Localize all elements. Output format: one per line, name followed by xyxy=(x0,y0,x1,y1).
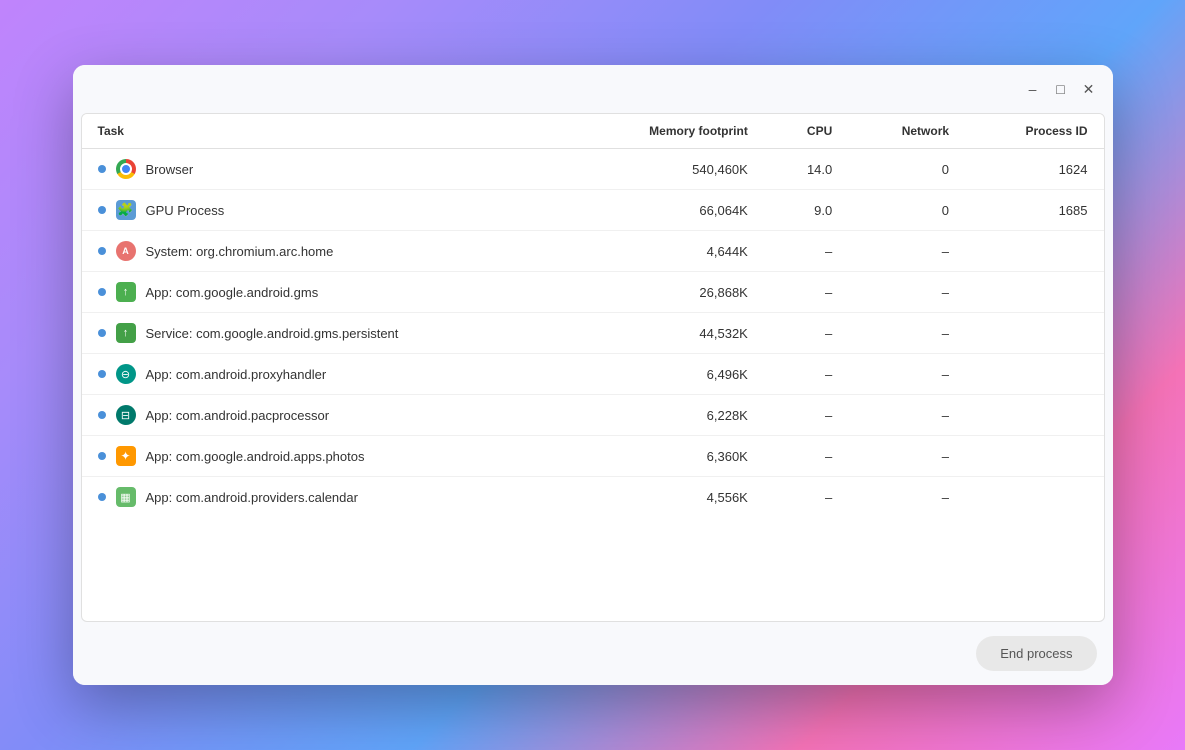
status-dot xyxy=(98,493,106,501)
pid-cell xyxy=(965,354,1103,395)
task-cell: ⊖ App: com.android.proxyhandler xyxy=(82,354,572,395)
memory-cell: 4,644K xyxy=(572,231,764,272)
process-table-container: Task Memory footprint CPU Network Proces… xyxy=(81,113,1105,622)
col-cpu[interactable]: CPU xyxy=(764,114,848,149)
table-row[interactable]: ↑ Service: com.google.android.gms.persis… xyxy=(82,313,1104,354)
table-row[interactable]: ↑ App: com.google.android.gms 26,868K – … xyxy=(82,272,1104,313)
col-network[interactable]: Network xyxy=(848,114,965,149)
task-manager-window: – □ ✕ Task Memory footprint CPU Network … xyxy=(73,65,1113,685)
pid-cell: 1624 xyxy=(965,149,1103,190)
task-name: App: com.google.android.gms xyxy=(146,285,319,300)
col-task[interactable]: Task xyxy=(82,114,572,149)
network-cell: – xyxy=(848,395,965,436)
memory-cell: 44,532K xyxy=(572,313,764,354)
status-dot xyxy=(98,247,106,255)
table-row[interactable]: Browser 540,460K 14.0 0 1624 xyxy=(82,149,1104,190)
col-memory[interactable]: Memory footprint xyxy=(572,114,764,149)
task-cell: A System: org.chromium.arc.home xyxy=(82,231,572,272)
table-row[interactable]: ⊟ App: com.android.pacprocessor 6,228K –… xyxy=(82,395,1104,436)
task-name: System: org.chromium.arc.home xyxy=(146,244,334,259)
cpu-cell: – xyxy=(764,231,848,272)
status-dot xyxy=(98,206,106,214)
cpu-cell: 9.0 xyxy=(764,190,848,231)
table-body: Browser 540,460K 14.0 0 1624 🧩 GPU Proce… xyxy=(82,149,1104,518)
status-dot xyxy=(98,288,106,296)
cpu-cell: – xyxy=(764,272,848,313)
cpu-cell: – xyxy=(764,354,848,395)
cpu-cell: 14.0 xyxy=(764,149,848,190)
memory-cell: 6,360K xyxy=(572,436,764,477)
cpu-cell: – xyxy=(764,436,848,477)
minimize-button[interactable]: – xyxy=(1025,81,1041,97)
pid-cell xyxy=(965,395,1103,436)
table-row[interactable]: 🧩 GPU Process 66,064K 9.0 0 1685 xyxy=(82,190,1104,231)
memory-cell: 4,556K xyxy=(572,477,764,518)
task-cell: Browser xyxy=(82,149,572,190)
table-row[interactable]: ✦ App: com.google.android.apps.photos 6,… xyxy=(82,436,1104,477)
task-name: Browser xyxy=(146,162,194,177)
process-table: Task Memory footprint CPU Network Proces… xyxy=(82,114,1104,517)
memory-cell: 6,228K xyxy=(572,395,764,436)
task-cell: ↑ App: com.google.android.gms xyxy=(82,272,572,313)
cpu-cell: – xyxy=(764,395,848,436)
footer: End process xyxy=(73,622,1113,685)
network-cell: 0 xyxy=(848,190,965,231)
network-cell: – xyxy=(848,313,965,354)
network-cell: – xyxy=(848,477,965,518)
cpu-cell: – xyxy=(764,313,848,354)
status-dot xyxy=(98,370,106,378)
task-cell: ⊟ App: com.android.pacprocessor xyxy=(82,395,572,436)
task-name: App: com.android.pacprocessor xyxy=(146,408,330,423)
task-name: App: com.android.providers.calendar xyxy=(146,490,358,505)
task-cell: ▦ App: com.android.providers.calendar xyxy=(82,477,572,518)
pid-cell xyxy=(965,231,1103,272)
col-pid[interactable]: Process ID xyxy=(965,114,1103,149)
task-cell: ✦ App: com.google.android.apps.photos xyxy=(82,436,572,477)
table-row[interactable]: ⊖ App: com.android.proxyhandler 6,496K –… xyxy=(82,354,1104,395)
network-cell: – xyxy=(848,231,965,272)
status-dot xyxy=(98,165,106,173)
network-cell: – xyxy=(848,272,965,313)
memory-cell: 540,460K xyxy=(572,149,764,190)
status-dot xyxy=(98,411,106,419)
pid-cell xyxy=(965,272,1103,313)
table-header: Task Memory footprint CPU Network Proces… xyxy=(82,114,1104,149)
task-cell: 🧩 GPU Process xyxy=(82,190,572,231)
task-name: Service: com.google.android.gms.persiste… xyxy=(146,326,399,341)
table-row[interactable]: A System: org.chromium.arc.home 4,644K –… xyxy=(82,231,1104,272)
memory-cell: 66,064K xyxy=(572,190,764,231)
pid-cell xyxy=(965,436,1103,477)
status-dot xyxy=(98,452,106,460)
network-cell: – xyxy=(848,354,965,395)
network-cell: – xyxy=(848,436,965,477)
end-process-button[interactable]: End process xyxy=(976,636,1096,671)
pid-cell xyxy=(965,477,1103,518)
table-row[interactable]: ▦ App: com.android.providers.calendar 4,… xyxy=(82,477,1104,518)
task-name: GPU Process xyxy=(146,203,225,218)
title-bar: – □ ✕ xyxy=(73,65,1113,113)
task-name: App: com.android.proxyhandler xyxy=(146,367,327,382)
network-cell: 0 xyxy=(848,149,965,190)
pid-cell xyxy=(965,313,1103,354)
cpu-cell: – xyxy=(764,477,848,518)
maximize-button[interactable]: □ xyxy=(1053,81,1069,97)
task-cell: ↑ Service: com.google.android.gms.persis… xyxy=(82,313,572,354)
memory-cell: 6,496K xyxy=(572,354,764,395)
memory-cell: 26,868K xyxy=(572,272,764,313)
close-button[interactable]: ✕ xyxy=(1081,81,1097,97)
status-dot xyxy=(98,329,106,337)
task-name: App: com.google.android.apps.photos xyxy=(146,449,365,464)
pid-cell: 1685 xyxy=(965,190,1103,231)
